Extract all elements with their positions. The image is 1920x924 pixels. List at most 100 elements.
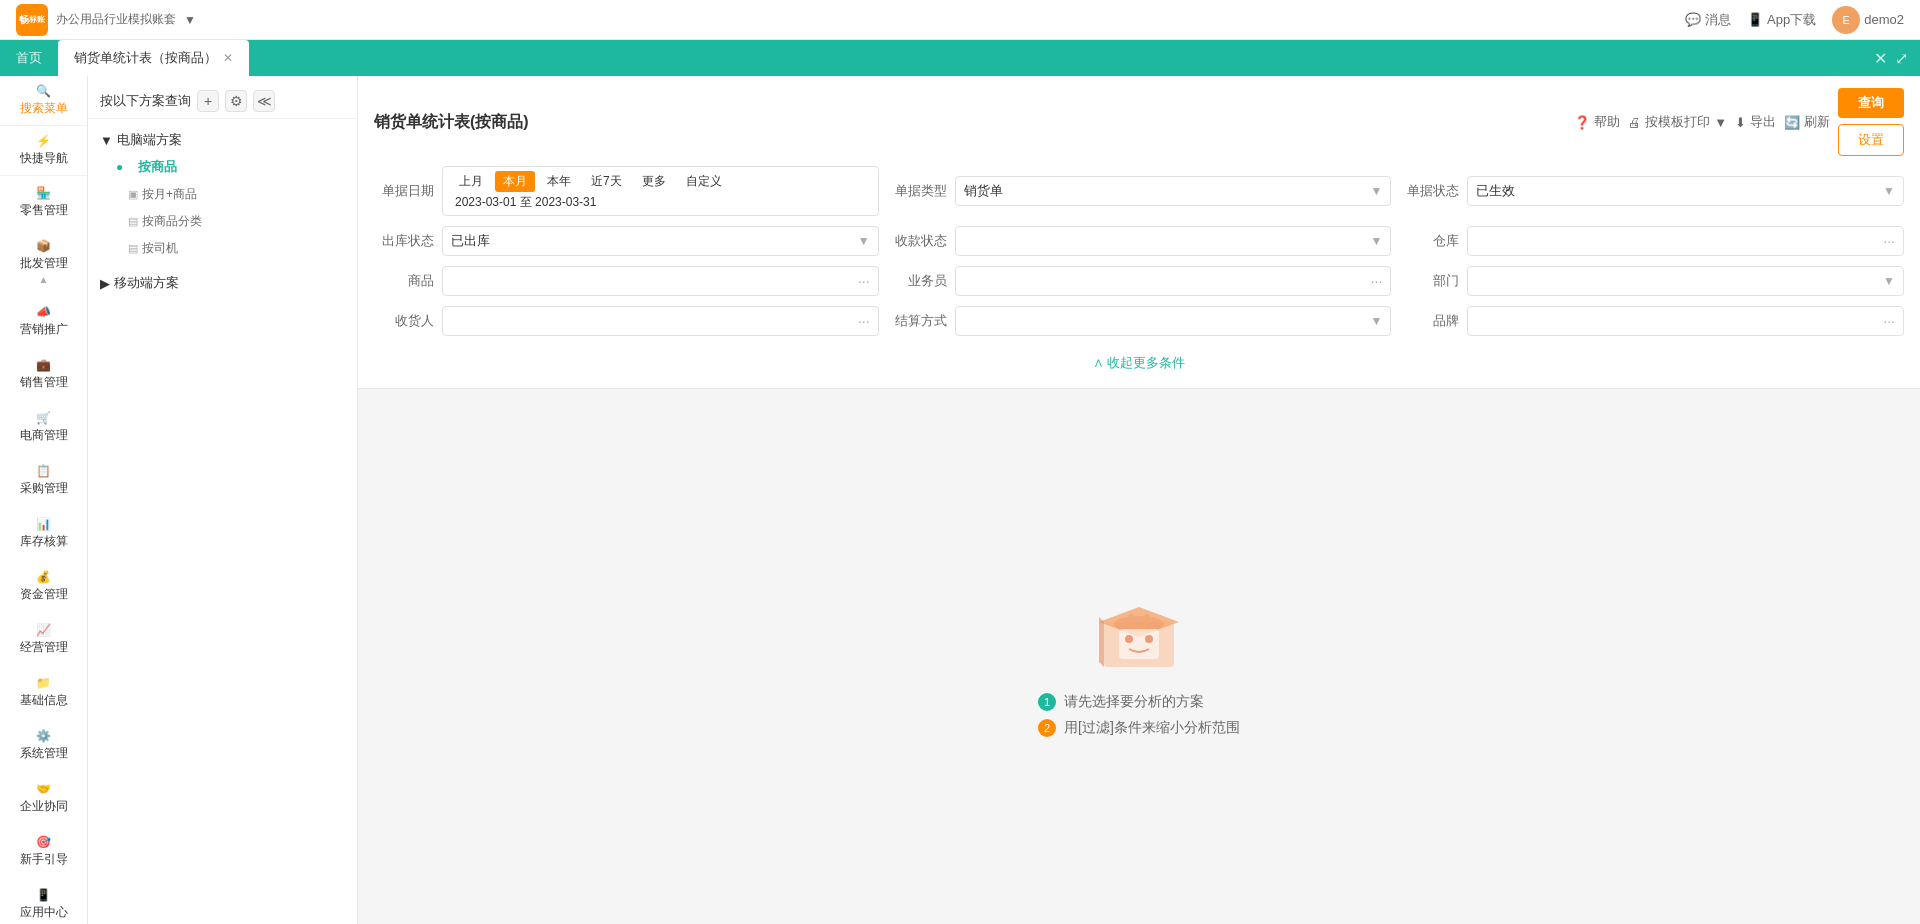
scheme-by-cashier[interactable]: ▤ 按司机 [88,235,357,262]
ecommerce-icon: 🛒 [36,411,51,425]
doc-type-wrap[interactable]: 销货单 ▼ [955,176,1392,206]
scheme-by-product-category[interactable]: ▤ 按商品分类 [88,208,357,235]
sidebar-item-inventory-label: 库存核算 [20,533,68,550]
sidebar-item-marketing[interactable]: 📣 营销推广 [0,295,87,348]
sidebar-item-ecommerce[interactable]: 🛒 电商管理 [0,401,87,454]
doc-type-field: 单据类型 销货单 ▼ [887,176,1392,206]
date-chip-this-year[interactable]: 本年 [539,171,579,192]
warehouse-dots[interactable]: ··· [1883,233,1895,249]
salesperson-dots[interactable]: ··· [1371,273,1383,289]
payment-status-wrap[interactable]: ▼ [955,226,1392,256]
collapse-panel-btn[interactable]: ≪ [253,90,275,112]
date-chip-7days[interactable]: 近7天 [583,171,630,192]
sidebar-item-purchase[interactable]: 📋 采购管理 [0,454,87,507]
collapse-btn[interactable]: ∧ 收起更多条件 [1093,354,1186,372]
doc-status-dropdown-icon: ▼ [1883,184,1895,198]
sidebar-item-purchase-label: 采购管理 [20,480,68,497]
sidebar-item-system[interactable]: ⚙️ 系统管理 [0,719,87,772]
sidebar-item-inventory[interactable]: 📊 库存核算 [0,507,87,560]
receiver-dots[interactable]: ··· [858,313,870,329]
empty-illustration [1079,577,1199,677]
sidebar-item-basic[interactable]: 📁 基础信息 [0,666,87,719]
tip-2-num: 2 [1038,719,1056,737]
product-wrap[interactable]: ··· [442,266,879,296]
svg-point-4 [1145,635,1153,643]
sidebar-item-wholesale[interactable]: 📦 批发管理 ▲ [0,229,87,295]
svg-point-8 [1144,614,1150,620]
sidebar-item-sales[interactable]: 💼 销售管理 [0,348,87,401]
department-wrap[interactable]: ▼ [1467,266,1904,296]
add-scheme-btn[interactable]: + [197,90,219,112]
sidebar-quicknav[interactable]: ⚡ 快捷导航 [0,126,87,176]
settlement-wrap[interactable]: ▼ [955,306,1392,336]
filter-actions: ❓ 帮助 🖨 按模板打印 ▼ ⬇ 导出 🔄 [1574,88,1904,156]
filter-row-4: 收货人 ··· 结算方式 ▼ [374,306,1904,336]
tab-home-label: 首页 [16,49,42,67]
brand-dots[interactable]: ··· [1883,313,1895,329]
salesperson-wrap[interactable]: ··· [955,266,1392,296]
app-download-btn[interactable]: 📱 App下载 [1747,11,1816,29]
tab-report-close[interactable]: ✕ [223,51,233,65]
scheme-settings-btn[interactable]: ⚙ [225,90,247,112]
print-btn[interactable]: 🖨 按模板打印 ▼ [1628,113,1727,131]
date-chip-more[interactable]: 更多 [634,171,674,192]
app-logo: 畅 标账 [16,4,48,36]
refresh-btn[interactable]: 🔄 刷新 [1784,113,1830,131]
date-chip-custom[interactable]: 自定义 [678,171,730,192]
date-chip-this-month[interactable]: 本月 [495,171,535,192]
doc-status-value: 已生效 [1476,182,1883,200]
date-chip-last-month[interactable]: 上月 [451,171,491,192]
help-btn[interactable]: ❓ 帮助 [1574,113,1620,131]
app-title: 办公用品行业模拟账套 [56,11,176,28]
topbar-dropdown-arrow[interactable]: ▼ [184,13,196,27]
tab-expand-btn[interactable]: ⤢ [1895,49,1908,68]
out-status-wrap[interactable]: 已出库 ▼ [442,226,879,256]
tip-1-text: 请先选择要分析的方案 [1064,693,1204,711]
tip-1-num: 1 [1038,693,1056,711]
doc-status-wrap[interactable]: 已生效 ▼ [1467,176,1904,206]
by-product-icon: ● [116,160,132,174]
sidebar-item-appcenter[interactable]: 📱 应用中心 [0,878,87,924]
sidebar-item-finance-label: 资金管理 [20,586,68,603]
sidebar-search[interactable]: 🔍 搜索菜单 [0,76,87,126]
desktop-group-label: 电脑端方案 [117,131,182,149]
help-icon: ❓ [1574,115,1590,130]
sidebar-quicknav-label: 快捷导航 [20,150,68,167]
tab-close-btn[interactable]: ✕ [1874,49,1887,68]
scheme-by-product-category-label: 按商品分类 [142,213,202,230]
product-dots[interactable]: ··· [858,273,870,289]
settings-btn[interactable]: 设置 [1838,124,1904,156]
sidebar-item-newguide[interactable]: 🎯 新手引导 [0,825,87,878]
warehouse-wrap[interactable]: ··· [1467,226,1904,256]
tab-report[interactable]: 销货单统计表（按商品） ✕ [58,40,249,76]
settlement-dropdown-icon: ▼ [1370,314,1382,328]
sidebar-item-operations[interactable]: 📈 经营管理 [0,613,87,666]
filter-area: 销货单统计表(按商品) ❓ 帮助 🖨 按模板打印 ▼ ⬇ [358,76,1920,389]
scheme-by-month-product[interactable]: ▣ 按月+商品 [88,181,357,208]
left-panel-title: 按以下方案查询 [100,92,191,110]
doc-status-field: 单据状态 已生效 ▼ [1399,176,1904,206]
out-status-value: 已出库 [451,232,858,250]
sidebar-item-enterprise[interactable]: 🤝 企业协同 [0,772,87,825]
message-btn[interactable]: 💬 消息 [1685,11,1731,29]
print-dropdown-icon: ▼ [1714,115,1727,130]
query-btn[interactable]: 查询 [1838,88,1904,118]
doc-type-dropdown-icon: ▼ [1370,184,1382,198]
tab-home[interactable]: 首页 [0,40,58,76]
sidebar-item-enterprise-label: 企业协同 [20,798,68,815]
export-btn[interactable]: ⬇ 导出 [1735,113,1776,131]
brand-wrap[interactable]: ··· [1467,306,1904,336]
user-menu[interactable]: E demo2 [1832,6,1904,34]
mobile-group-header[interactable]: ▶ 移动端方案 [88,270,357,296]
desktop-group-header[interactable]: ▼ 电脑端方案 [88,127,357,153]
basic-icon: 📁 [36,676,51,690]
sidebar-item-retail[interactable]: 🏪 零售管理 [0,176,87,229]
department-label: 部门 [1399,272,1459,290]
desktop-scheme-group: ▼ 电脑端方案 ● 按商品 ▣ 按月+商品 ▤ 按商品分类 ▤ 按司机 [88,123,357,266]
salesperson-field: 业务员 ··· [887,266,1392,296]
sidebar-item-finance[interactable]: 💰 资金管理 [0,560,87,613]
department-dropdown-icon: ▼ [1883,274,1895,288]
scheme-by-product[interactable]: ● 按商品 [88,153,357,181]
receiver-wrap[interactable]: ··· [442,306,879,336]
svg-rect-2 [1119,629,1159,659]
